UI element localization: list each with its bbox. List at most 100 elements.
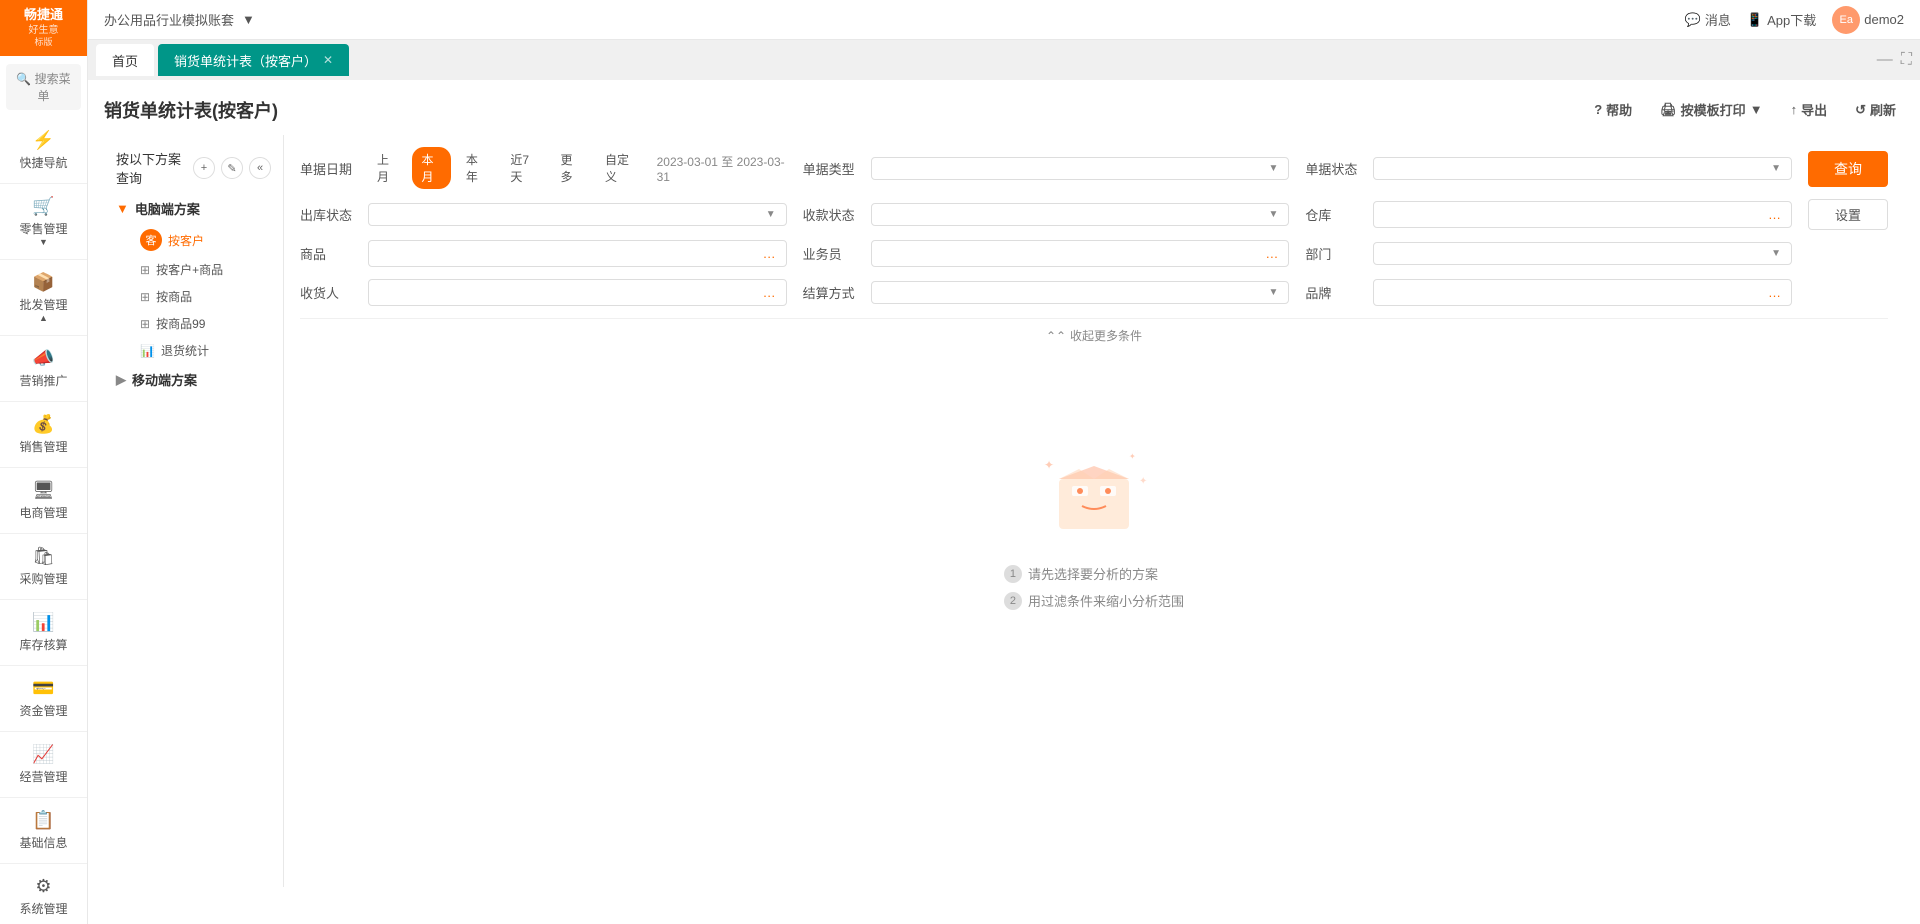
bar-icon: 📊	[140, 344, 155, 358]
sidebar-item-inventory[interactable]: 📊 库存核算	[0, 600, 87, 666]
prev-month-btn[interactable]: 上月	[368, 147, 406, 189]
main-area: 办公用品行业模拟账套 ▼ 💬 消息 📱 App下载 Ea demo2 首页	[88, 0, 1920, 924]
query-btn[interactable]: 查询	[1808, 151, 1888, 187]
collapse-more-btn[interactable]: ⌃⌃ 收起更多条件	[300, 319, 1888, 352]
collect-status-label: 收款状态	[803, 205, 863, 224]
product-control[interactable]: …	[368, 240, 787, 267]
tab-minimize-btn[interactable]: —	[1877, 51, 1893, 69]
filter-row-status: 出库状态 ▼ 收款状态 ▼	[300, 201, 1792, 228]
help-icon: ?	[1594, 102, 1602, 117]
chevron-down-icon: ▼	[39, 237, 48, 247]
tabs-bar: 首页 销货单统计表（按客户） ✕ — ⛶	[88, 40, 1920, 80]
tree-item-by-product-99[interactable]: ⊞ 按商品99	[112, 310, 283, 337]
tree-item-by-product[interactable]: ⊞ 按商品	[112, 283, 283, 310]
sidebar-item-finance[interactable]: 💳 资金管理	[0, 666, 87, 732]
inventory-icon: 📊	[32, 612, 54, 633]
date-label: 单据日期	[300, 159, 360, 178]
payment-control[interactable]: ▼	[871, 281, 1290, 304]
tree-mobile-parent[interactable]: ▶ 移动端方案	[104, 364, 283, 395]
payment-label: 结算方式	[803, 283, 863, 302]
left-panel-tools: + ✎ «	[193, 157, 271, 179]
page-title-row: 销货单统计表(按客户) ? 帮助 🖨 按模板打印 ▼ ↑ 导出 ↺ 刷新	[104, 96, 1904, 123]
settings-btn[interactable]: 设置	[1808, 199, 1888, 230]
filter-receiver: 收货人 …	[300, 279, 787, 306]
tree-item-by-customer-product[interactable]: ⊞ 按客户+商品	[112, 256, 283, 283]
message-btn[interactable]: 💬 消息	[1685, 10, 1731, 29]
filter-row-product: 商品 … 业务员 …	[300, 240, 1792, 267]
empty-tip-2: 2 用过滤条件来缩小分析范围	[1004, 591, 1184, 610]
sidebar-item-system[interactable]: ⚙ 系统管理	[0, 864, 87, 924]
sidebar-item-operations[interactable]: 📈 经营管理	[0, 732, 87, 798]
export-btn[interactable]: ↑ 导出	[1783, 96, 1836, 123]
help-btn[interactable]: ? 帮助	[1586, 96, 1640, 123]
search-menu[interactable]: 🔍 搜索菜单	[6, 64, 81, 110]
this-month-btn[interactable]: 本月	[412, 147, 450, 189]
warehouse-control[interactable]: …	[1373, 201, 1792, 228]
product-label: 商品	[300, 244, 360, 263]
chevron-up-icon: ▲	[39, 313, 48, 323]
print-btn[interactable]: 🖨 按模板打印 ▼	[1652, 96, 1770, 123]
collect-status-control[interactable]: ▼	[871, 203, 1290, 226]
logo-area: 畅捷通 好生意 标版	[0, 0, 87, 56]
warehouse-label: 仓库	[1305, 205, 1365, 224]
operations-icon: 📈	[32, 744, 54, 765]
empty-illustration: ✦ ✦ ✦	[1034, 424, 1154, 544]
sidebar-item-retail[interactable]: 🛒 零售管理 ▼	[0, 184, 87, 260]
sidebar: 畅捷通 好生意 标版 🔍 搜索菜单 ⚡ 快捷导航 🛒 零售管理 ▼ 📦 批发管理…	[0, 0, 88, 924]
tree-desktop-label: 电脑端方案	[135, 199, 200, 218]
collapse-left-btn[interactable]: «	[249, 157, 271, 179]
tab-expand-btn[interactable]: ⛶	[1901, 51, 1912, 69]
sidebar-item-quicknav[interactable]: ⚡ 快捷导航	[0, 118, 87, 184]
empty-tip-1: 1 请先选择要分析的方案	[1004, 564, 1184, 583]
tip-num-1: 1	[1004, 565, 1022, 583]
department-label: 部门	[1305, 244, 1365, 263]
salesperson-control[interactable]: …	[871, 240, 1290, 267]
home-tab-label: 首页	[112, 51, 138, 70]
department-control[interactable]: ▼	[1373, 242, 1792, 265]
app-download-btn[interactable]: 📱 App下载	[1747, 10, 1816, 29]
tree-collapsed-icon: ▶	[116, 372, 126, 388]
tab-home[interactable]: 首页	[96, 44, 154, 76]
empty-state: ✦ ✦ ✦ 1 请先选择要分析的方案 2 用过滤条件来缩小分析范围	[300, 364, 1888, 678]
industry-label: 办公用品行业模拟账套	[104, 10, 234, 29]
out-status-chevron: ▼	[766, 209, 776, 220]
sidebar-item-ecommerce[interactable]: 🖥 电商管理	[0, 468, 87, 534]
this-year-btn[interactable]: 本年	[457, 147, 495, 189]
sidebar-item-purchase[interactable]: 🛍 采购管理	[0, 534, 87, 600]
brand-control[interactable]: …	[1373, 279, 1792, 306]
out-status-control[interactable]: ▼	[368, 203, 787, 226]
sidebar-item-basic[interactable]: 📋 基础信息	[0, 798, 87, 864]
user-menu[interactable]: Ea demo2	[1832, 6, 1904, 34]
sidebar-item-wholesale[interactable]: 📦 批发管理 ▲	[0, 260, 87, 336]
sidebar-item-sales[interactable]: 💰 销售管理	[0, 402, 87, 468]
svg-text:✦: ✦	[1129, 452, 1136, 461]
download-icon: 📱	[1747, 12, 1763, 28]
message-icon: 💬	[1685, 12, 1701, 28]
tree-item-return-stat[interactable]: 📊 退货统计	[112, 337, 283, 364]
left-panel: 按以下方案查询 + ✎ «	[104, 135, 284, 887]
tree-item-by-customer[interactable]: 客 按客户	[112, 224, 283, 256]
last-7-days-btn[interactable]: 近7天	[501, 147, 545, 189]
salesperson-dots: …	[1265, 246, 1278, 261]
tab-close-btn[interactable]: ✕	[323, 53, 333, 67]
add-scheme-btn[interactable]: +	[193, 157, 215, 179]
sidebar-item-marketing[interactable]: 📣 营销推广	[0, 336, 87, 402]
doc-status-label: 单据状态	[1305, 159, 1365, 178]
doc-status-control[interactable]: ▼	[1373, 157, 1792, 180]
industry-dropdown-icon[interactable]: ▼	[242, 12, 255, 27]
receiver-control[interactable]: …	[368, 279, 787, 306]
doc-type-label: 单据类型	[803, 159, 863, 178]
date-range-value: 2023-03-01 至 2023-03-31	[657, 153, 787, 184]
tab-sales-stat[interactable]: 销货单统计表（按客户） ✕	[158, 44, 349, 76]
doc-type-control[interactable]: ▼	[871, 157, 1290, 180]
top-header: 办公用品行业模拟账套 ▼ 💬 消息 📱 App下载 Ea demo2	[88, 0, 1920, 40]
refresh-btn[interactable]: ↺ 刷新	[1847, 96, 1904, 123]
finance-icon: 💳	[32, 678, 54, 699]
more-btn[interactable]: 更多	[551, 147, 589, 189]
custom-btn[interactable]: 自定义	[596, 147, 645, 189]
doc-status-chevron: ▼	[1771, 163, 1781, 174]
filter-date-item: 单据日期 上月 本月 本年	[300, 147, 787, 189]
tree-desktop-parent[interactable]: ▼ 电脑端方案	[104, 193, 283, 224]
edit-scheme-btn[interactable]: ✎	[221, 157, 243, 179]
department-chevron: ▼	[1771, 248, 1781, 259]
